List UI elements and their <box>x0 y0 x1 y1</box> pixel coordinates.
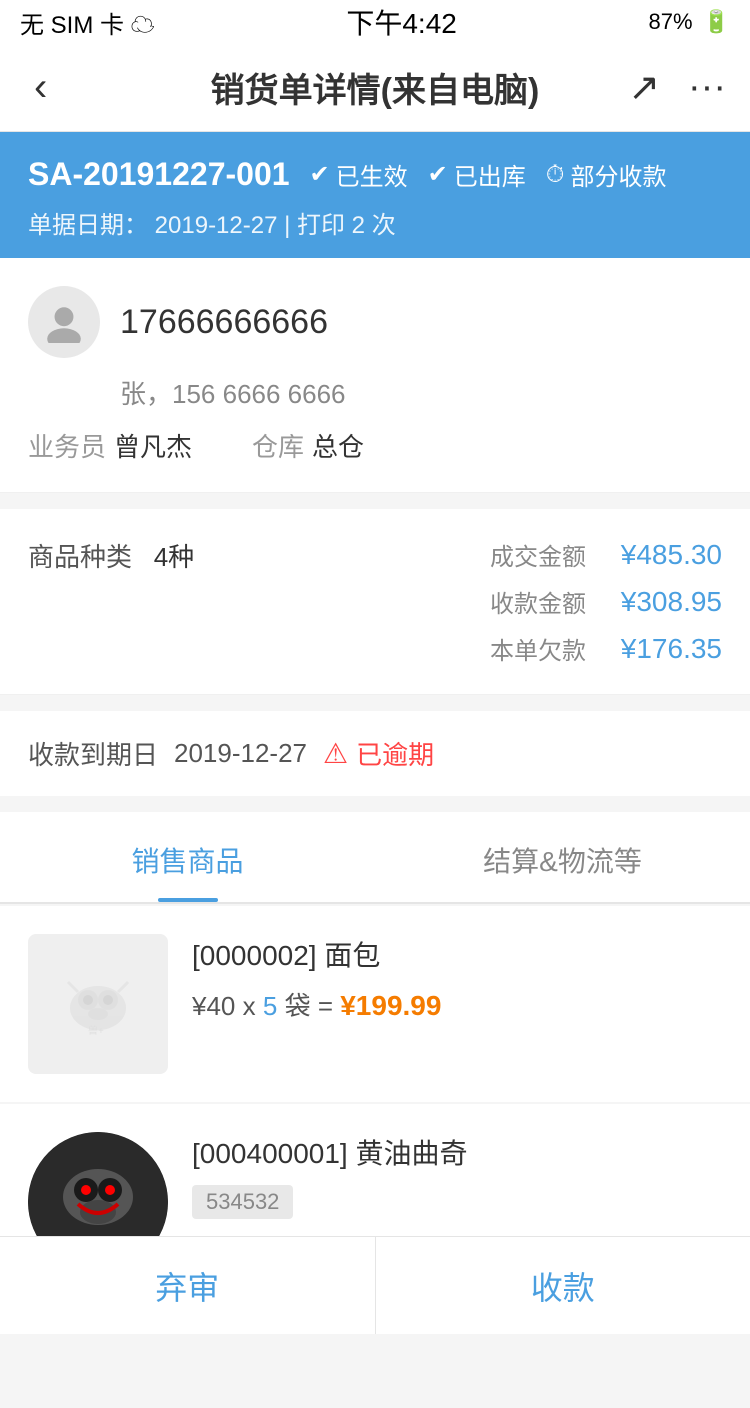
tab-products[interactable]: 销售商品 <box>0 812 375 902</box>
avatar-icon <box>43 301 85 343</box>
status-bar-right: 87% 🔋 <box>649 9 730 35</box>
deal-amount-value: ¥485.30 <box>602 539 722 571</box>
due-date-section: 收款到期日 2019-12-27 ⚠ 已逾期 <box>0 711 750 796</box>
print-info: | 打印 2 次 <box>284 212 396 239</box>
overdue-badge: ⚠ 已逾期 <box>323 735 434 772</box>
product-info-1: [0000002] 面包 ¥40 x 5 袋 = ¥199.99 <box>192 934 722 1023</box>
svg-text:兽+: 兽+ <box>88 1024 104 1037</box>
due-date-value: 2019-12-27 <box>174 738 307 769</box>
product-image-1: 兽+ <box>58 964 138 1044</box>
status-bar: 无 SIM 卡 ☁ 下午4:42 87% 🔋 <box>0 0 750 44</box>
cancel-audit-button[interactable]: 弃审 <box>0 1237 376 1334</box>
tab-products-label: 销售商品 <box>131 846 243 877</box>
amount-info: 成交金额 ¥485.30 收款金额 ¥308.95 本单欠款 ¥176.35 <box>490 537 722 666</box>
clock-icon: ⏱ <box>546 161 565 189</box>
nav-bar: ‹ 销货单详情(来自电脑) ↗ ··· <box>0 44 750 132</box>
product-title-2: 黄油曲奇 <box>356 1138 468 1169</box>
product-tag-2: 534532 <box>192 1185 293 1219</box>
bottom-toolbar: 弃审 收款 <box>0 1236 750 1334</box>
deal-amount-label: 成交金额 <box>490 537 586 572</box>
sales-value: 曾凡杰 <box>114 427 192 464</box>
customer-section: 17666666666 张，156 6666 6666 业务员 曾凡杰 仓库 总… <box>0 258 750 493</box>
received-value: ¥308.95 <box>602 586 722 618</box>
product-item: 兽+ [0000002] 面包 ¥40 x 5 袋 = ¥199.99 <box>0 906 750 1102</box>
customer-sub-info: 张，156 6666 6666 <box>28 374 722 411</box>
order-number: SA-20191227-001 <box>28 156 290 193</box>
status-effective: ✔ 已生效 <box>310 157 408 192</box>
status-shipped: ✔ 已出库 <box>428 157 526 192</box>
check-icon-2: ✔ <box>428 160 448 189</box>
customer-row: 17666666666 <box>28 286 722 358</box>
nav-actions: ↗ ··· <box>628 65 726 110</box>
debt-value: ¥176.35 <box>602 633 722 665</box>
overdue-alert-icon: ⚠ <box>323 737 348 770</box>
status-shipped-label: 已出库 <box>454 157 526 192</box>
overdue-label: 已逾期 <box>356 735 434 772</box>
product-code-1: [0000002] <box>192 940 317 971</box>
product-name-2: [000400001] 黄油曲奇 <box>192 1132 722 1172</box>
battery-text: 87% <box>649 9 693 35</box>
type-label: 商品种类 <box>28 542 132 572</box>
warehouse-value: 总仓 <box>312 427 364 464</box>
collect-payment-label: 收款 <box>531 1263 595 1309</box>
product-price-row-1: ¥40 x 5 袋 = ¥199.99 <box>192 986 722 1023</box>
status-bar-time: 下午4:42 <box>346 2 457 42</box>
product-thumb-1: 兽+ <box>28 934 168 1074</box>
type-value: 4种 <box>154 542 194 572</box>
status-bar-left: 无 SIM 卡 ☁ <box>20 5 155 40</box>
summary-section: 商品种类 4种 成交金额 ¥485.30 收款金额 ¥308.95 本单欠款 ¥… <box>0 509 750 695</box>
sales-person: 业务员 曾凡杰 <box>28 427 192 464</box>
warehouse: 仓库 总仓 <box>252 427 364 464</box>
tab-settlement[interactable]: 结算&物流等 <box>375 812 750 902</box>
multiply-sign-1: x <box>243 991 263 1021</box>
deal-amount-row: 成交金额 ¥485.30 <box>490 537 722 572</box>
received-amount-row: 收款金额 ¥308.95 <box>490 584 722 619</box>
status-partial: ⏱ 部分收款 <box>546 157 667 192</box>
cancel-audit-label: 弃审 <box>155 1263 219 1309</box>
battery-icon: 🔋 <box>703 9 730 35</box>
signal-text: 无 SIM 卡 ☁ <box>20 5 155 40</box>
tabs-section: 销售商品 结算&物流等 <box>0 812 750 904</box>
header-banner: SA-20191227-001 ✔ 已生效 ✔ 已出库 ⏱ 部分收款 单据日期：… <box>0 132 750 258</box>
product-code-2: [000400001] <box>192 1138 348 1169</box>
tab-settlement-label: 结算&物流等 <box>483 846 642 877</box>
debt-label: 本单欠款 <box>490 631 586 666</box>
debt-amount-row: 本单欠款 ¥176.35 <box>490 631 722 666</box>
share-button[interactable]: ↗ <box>628 65 660 110</box>
date-value: 2019-12-27 <box>155 212 278 239</box>
equals-sign-1: = <box>318 991 340 1021</box>
page-title: 销货单详情(来自电脑) <box>211 63 540 112</box>
sales-label: 业务员 <box>28 427 106 464</box>
check-icon-1: ✔ <box>310 160 330 189</box>
product-type-info: 商品种类 4种 <box>28 537 194 574</box>
product-total-1: ¥199.99 <box>340 990 441 1021</box>
tabs-row: 销售商品 结算&物流等 <box>0 812 750 902</box>
collect-payment-button[interactable]: 收款 <box>376 1237 750 1334</box>
customer-avatar <box>28 286 100 358</box>
status-partial-label: 部分收款 <box>570 157 666 192</box>
more-button[interactable]: ··· <box>688 66 726 109</box>
date-label: 单据日期： <box>28 212 148 239</box>
customer-phone: 17666666666 <box>120 303 328 342</box>
product-price-1: ¥40 <box>192 991 235 1021</box>
order-info-row: SA-20191227-001 ✔ 已生效 ✔ 已出库 ⏱ 部分收款 <box>28 156 722 193</box>
order-date-info: 单据日期： 2019-12-27 | 打印 2 次 <box>28 205 722 240</box>
due-date-label: 收款到期日 <box>28 735 158 772</box>
customer-meta: 业务员 曾凡杰 仓库 总仓 <box>28 427 722 464</box>
product-name-1: [0000002] 面包 <box>192 934 722 974</box>
warehouse-label: 仓库 <box>252 427 304 464</box>
received-label: 收款金额 <box>490 584 586 619</box>
product-unit-1: 袋 <box>285 991 311 1021</box>
product-title-1: 面包 <box>324 940 380 971</box>
back-button[interactable]: ‹ <box>24 55 57 120</box>
product-qty-1: 5 <box>263 991 277 1021</box>
status-effective-label: 已生效 <box>336 157 408 192</box>
